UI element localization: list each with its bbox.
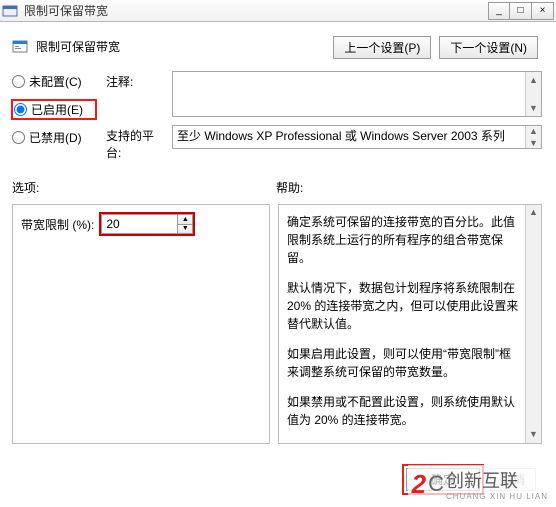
spin-up-button[interactable]: ▲	[178, 215, 192, 224]
radio-enabled-input[interactable]	[14, 103, 27, 116]
scroll-down-icon[interactable]: ▼	[526, 100, 541, 116]
titlebar: 限制可保留带宽 _ □ ×	[0, 0, 556, 22]
radio-not-configured[interactable]: 未配置(C)	[12, 73, 96, 90]
options-heading: 选项:	[12, 179, 276, 196]
help-paragraph: 默认情况下，数据包计划程序将系统限制在 20% 的连接带宽之内，但可以使用此设置…	[287, 279, 519, 333]
platform-scrollbar[interactable]: ▲ ▼	[525, 126, 541, 148]
scroll-down-icon[interactable]: ▼	[526, 138, 541, 150]
scroll-up-icon[interactable]: ▲	[526, 205, 541, 221]
help-paragraph: 如果启用此设置，则可以使用“带宽限制”框来调整系统可保留的带宽数量。	[287, 345, 519, 381]
maximize-button[interactable]: □	[510, 2, 532, 20]
window-title: 限制可保留带宽	[24, 2, 488, 19]
radio-not-configured-input[interactable]	[12, 75, 25, 88]
next-setting-button[interactable]: 下一个设置(N)	[439, 36, 538, 59]
help-paragraph: 确定系统可保留的连接带宽的百分比。此值限制系统上运行的所有程序的组合带宽保留。	[287, 213, 519, 267]
scroll-up-icon[interactable]: ▲	[526, 126, 541, 138]
spin-down-button[interactable]: ▼	[178, 224, 192, 234]
window-icon	[2, 3, 18, 19]
bandwidth-input[interactable]	[101, 214, 177, 234]
scroll-up-icon[interactable]: ▲	[526, 72, 541, 88]
close-button[interactable]: ×	[532, 2, 554, 20]
policy-icon	[12, 39, 30, 55]
platform-textbox: 至少 Windows XP Professional 或 Windows Ser…	[172, 125, 542, 149]
radio-enabled[interactable]: 已启用(E)	[12, 100, 96, 119]
prev-setting-button[interactable]: 上一个设置(P)	[333, 36, 431, 59]
radio-enabled-label: 已启用(E)	[31, 101, 83, 118]
options-pane: 带宽限制 (%): ▲ ▼	[12, 204, 270, 444]
platform-label: 支持的平台:	[106, 125, 166, 161]
comment-label: 注释:	[106, 71, 166, 90]
bandwidth-label: 带宽限制 (%):	[21, 216, 94, 233]
platform-text: 至少 Windows XP Professional 或 Windows Ser…	[177, 129, 505, 145]
help-paragraph: 重要信息: 如果在注册表中为特定网络适配器设置带宽限制，配置该网络适配器时就会忽…	[287, 441, 519, 444]
radio-disabled-label: 已禁用(D)	[29, 129, 82, 146]
scroll-down-icon[interactable]: ▼	[526, 427, 541, 443]
comment-scrollbar[interactable]: ▲ ▼	[525, 72, 541, 116]
header-label: 限制可保留带宽	[36, 38, 120, 55]
radio-not-configured-label: 未配置(C)	[29, 73, 82, 90]
minimize-button[interactable]: _	[488, 2, 510, 20]
help-heading: 帮助:	[276, 179, 542, 196]
radio-disabled[interactable]: 已禁用(D)	[12, 129, 96, 146]
cancel-button[interactable]: 取消	[490, 468, 536, 491]
help-pane: 确定系统可保留的连接带宽的百分比。此值限制系统上运行的所有程序的组合带宽保留。 …	[278, 204, 542, 444]
ok-button[interactable]: 确定	[406, 468, 480, 491]
help-paragraph: 如果禁用或不配置此设置，则系统使用默认值为 20% 的连接带宽。	[287, 393, 519, 429]
radio-disabled-input[interactable]	[12, 131, 25, 144]
help-scrollbar[interactable]: ▲ ▼	[525, 205, 541, 443]
comment-textarea[interactable]: ▲ ▼	[172, 71, 542, 117]
